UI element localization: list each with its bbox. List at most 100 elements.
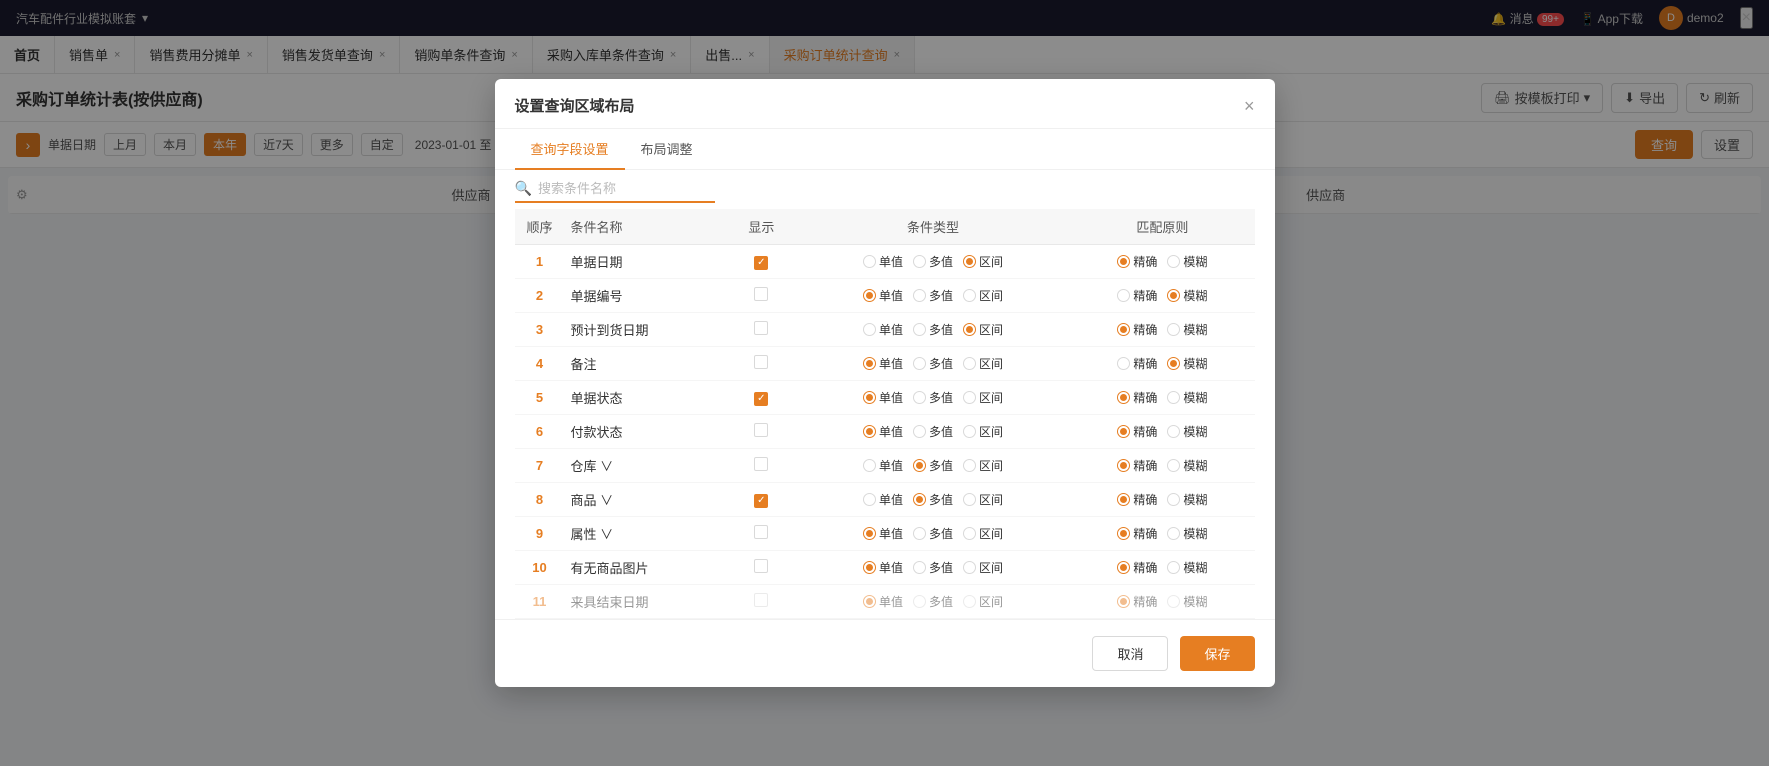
radio-type-单值[interactable]: 单值 — [863, 321, 903, 338]
radio-label: 模糊 — [1183, 321, 1207, 338]
radio-match-精确[interactable]: 精确 — [1117, 423, 1157, 440]
row-display-checkbox[interactable] — [727, 415, 796, 449]
radio-match-精确[interactable]: 精确 — [1117, 491, 1157, 508]
radio-circle — [1117, 425, 1130, 438]
radio-type-单值[interactable]: 单值 — [863, 593, 903, 610]
row-display-checkbox[interactable]: ✓ — [727, 483, 796, 517]
radio-match-精确[interactable]: 精确 — [1117, 593, 1157, 610]
checkbox[interactable] — [754, 423, 768, 437]
radio-type-单值[interactable]: 单值 — [863, 355, 903, 372]
checkbox[interactable] — [754, 593, 768, 607]
modal-close-button[interactable]: × — [1244, 97, 1255, 115]
radio-circle — [1167, 323, 1180, 336]
radio-type-区间[interactable]: 区间 — [963, 525, 1003, 542]
radio-type-多值[interactable]: 多值 — [913, 321, 953, 338]
radio-type-单值[interactable]: 单值 — [863, 491, 903, 508]
row-display-checkbox[interactable] — [727, 449, 796, 483]
search-input[interactable] — [538, 181, 698, 196]
save-button[interactable]: 保存 — [1180, 636, 1254, 671]
row-type-radios: 单值多值区间 — [796, 517, 1071, 551]
radio-type-区间[interactable]: 区间 — [963, 287, 1003, 304]
radio-circle — [963, 527, 976, 540]
radio-match-模糊[interactable]: 模糊 — [1167, 389, 1207, 406]
row-display-checkbox[interactable] — [727, 279, 796, 313]
radio-circle — [1117, 357, 1130, 370]
radio-match-模糊[interactable]: 模糊 — [1167, 525, 1207, 542]
checkbox[interactable]: ✓ — [754, 256, 768, 270]
radio-circle — [863, 357, 876, 370]
search-icon: 🔍 — [515, 180, 532, 197]
modal-tab-query-fields[interactable]: 查询字段设置 — [515, 129, 625, 170]
radio-type-单值[interactable]: 单值 — [863, 253, 903, 270]
cancel-button[interactable]: 取消 — [1092, 636, 1168, 671]
radio-match-模糊[interactable]: 模糊 — [1167, 253, 1207, 270]
radio-type-单值[interactable]: 单值 — [863, 559, 903, 576]
radio-match-精确[interactable]: 精确 — [1117, 287, 1157, 304]
radio-match-精确[interactable]: 精确 — [1117, 525, 1157, 542]
modal-overlay: 设置查询区域布局 × 查询字段设置 布局调整 🔍 顺序 条件名称 显示 — [0, 0, 1769, 766]
radio-type-区间[interactable]: 区间 — [963, 355, 1003, 372]
row-display-checkbox[interactable] — [727, 313, 796, 347]
radio-type-区间[interactable]: 区间 — [963, 253, 1003, 270]
radio-type-区间[interactable]: 区间 — [963, 593, 1003, 610]
radio-match-模糊[interactable]: 模糊 — [1167, 287, 1207, 304]
checkbox[interactable] — [754, 559, 768, 573]
checkbox[interactable] — [754, 457, 768, 471]
radio-match-模糊[interactable]: 模糊 — [1167, 593, 1207, 610]
row-display-checkbox[interactable] — [727, 517, 796, 551]
radio-type-多值[interactable]: 多值 — [913, 423, 953, 440]
row-display-checkbox[interactable] — [727, 585, 796, 619]
row-display-checkbox[interactable] — [727, 347, 796, 381]
radio-type-多值[interactable]: 多值 — [913, 491, 953, 508]
radio-type-多值[interactable]: 多值 — [913, 559, 953, 576]
radio-match-模糊[interactable]: 模糊 — [1167, 491, 1207, 508]
radio-type-区间[interactable]: 区间 — [963, 457, 1003, 474]
radio-type-多值[interactable]: 多值 — [913, 389, 953, 406]
row-display-checkbox[interactable] — [727, 551, 796, 585]
radio-match-精确[interactable]: 精确 — [1117, 457, 1157, 474]
radio-type-区间[interactable]: 区间 — [963, 389, 1003, 406]
radio-type-多值[interactable]: 多值 — [913, 593, 953, 610]
radio-match-模糊[interactable]: 模糊 — [1167, 559, 1207, 576]
row-name: 备注 — [565, 347, 728, 381]
radio-circle — [963, 459, 976, 472]
radio-type-单值[interactable]: 单值 — [863, 389, 903, 406]
radio-type-区间[interactable]: 区间 — [963, 321, 1003, 338]
radio-label: 模糊 — [1183, 287, 1207, 304]
radio-type-单值[interactable]: 单值 — [863, 525, 903, 542]
radio-match-模糊[interactable]: 模糊 — [1167, 321, 1207, 338]
radio-match-精确[interactable]: 精确 — [1117, 253, 1157, 270]
checkbox[interactable]: ✓ — [754, 392, 768, 406]
radio-type-单值[interactable]: 单值 — [863, 457, 903, 474]
radio-match-模糊[interactable]: 模糊 — [1167, 355, 1207, 372]
row-display-checkbox[interactable]: ✓ — [727, 245, 796, 279]
radio-circle — [963, 323, 976, 336]
modal-footer: 取消 保存 — [495, 619, 1275, 687]
modal-tab-layout[interactable]: 布局调整 — [625, 129, 709, 170]
radio-type-多值[interactable]: 多值 — [913, 355, 953, 372]
radio-type-区间[interactable]: 区间 — [963, 559, 1003, 576]
radio-type-区间[interactable]: 区间 — [963, 423, 1003, 440]
radio-type-多值[interactable]: 多值 — [913, 525, 953, 542]
radio-match-模糊[interactable]: 模糊 — [1167, 423, 1207, 440]
checkbox[interactable] — [754, 321, 768, 335]
radio-type-区间[interactable]: 区间 — [963, 491, 1003, 508]
radio-circle — [1167, 391, 1180, 404]
radio-match-模糊[interactable]: 模糊 — [1167, 457, 1207, 474]
radio-type-多值[interactable]: 多值 — [913, 457, 953, 474]
radio-type-单值[interactable]: 单值 — [863, 423, 903, 440]
radio-match-精确[interactable]: 精确 — [1117, 389, 1157, 406]
radio-match-精确[interactable]: 精确 — [1117, 559, 1157, 576]
checkbox[interactable] — [754, 287, 768, 301]
radio-circle — [1167, 459, 1180, 472]
modal-dialog: 设置查询区域布局 × 查询字段设置 布局调整 🔍 顺序 条件名称 显示 — [495, 79, 1275, 687]
row-display-checkbox[interactable]: ✓ — [727, 381, 796, 415]
radio-match-精确[interactable]: 精确 — [1117, 355, 1157, 372]
checkbox[interactable] — [754, 525, 768, 539]
radio-type-单值[interactable]: 单值 — [863, 287, 903, 304]
radio-type-多值[interactable]: 多值 — [913, 253, 953, 270]
checkbox[interactable]: ✓ — [754, 494, 768, 508]
checkbox[interactable] — [754, 355, 768, 369]
radio-type-多值[interactable]: 多值 — [913, 287, 953, 304]
radio-match-精确[interactable]: 精确 — [1117, 321, 1157, 338]
